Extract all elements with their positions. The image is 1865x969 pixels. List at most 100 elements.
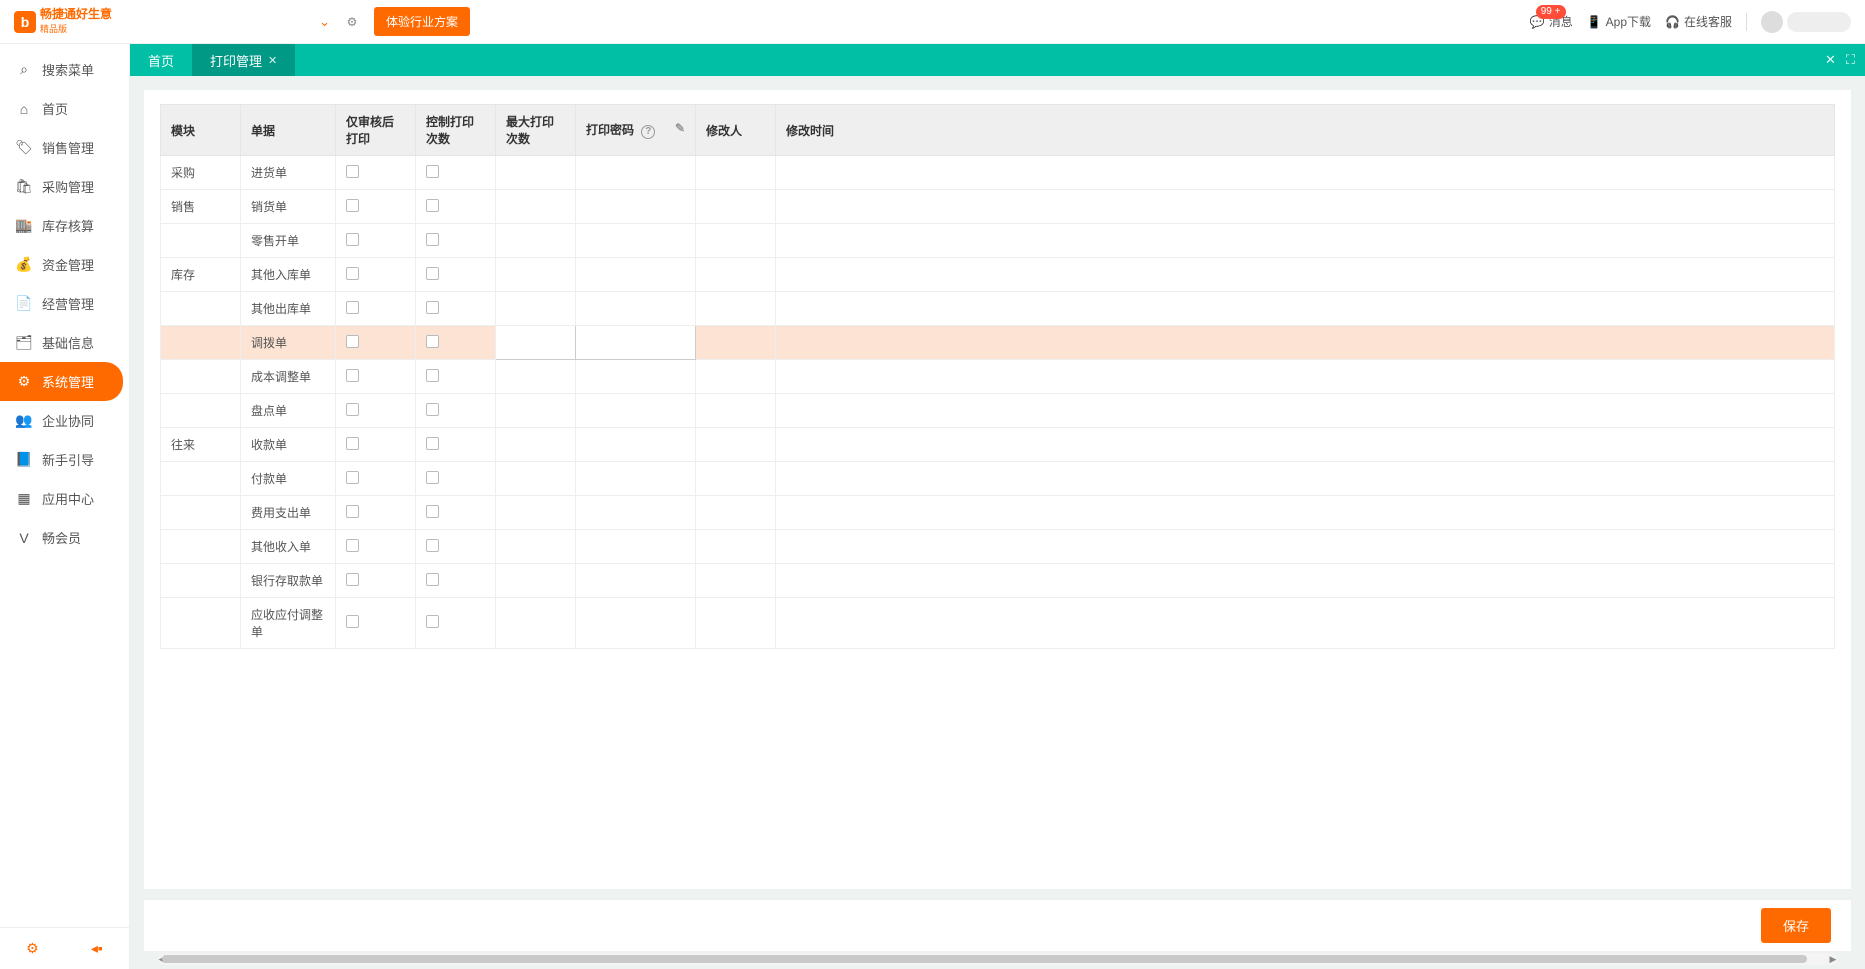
sidebar-item-inventory[interactable]: 🏬库存核算 — [0, 206, 129, 245]
checkbox[interactable] — [426, 199, 439, 212]
sidebar-item-vip[interactable]: V畅会员 — [0, 518, 129, 557]
cell-limit-count[interactable] — [416, 292, 496, 326]
checkbox[interactable] — [346, 267, 359, 280]
user-menu[interactable] — [1761, 11, 1851, 33]
help-icon[interactable]: ? — [641, 125, 655, 139]
cell-password[interactable] — [576, 326, 696, 360]
cell-limit-count[interactable] — [416, 224, 496, 258]
checkbox[interactable] — [426, 335, 439, 348]
cell-after-audit[interactable] — [336, 156, 416, 190]
cell-after-audit[interactable] — [336, 462, 416, 496]
scroll-thumb[interactable] — [162, 955, 1807, 963]
sidebar-item-basic-info[interactable]: 🗂基础信息 — [0, 323, 129, 362]
checkbox[interactable] — [426, 369, 439, 382]
messages-link[interactable]: 💬 99 + 消息 — [1530, 13, 1573, 30]
cell-limit-count[interactable] — [416, 496, 496, 530]
edit-column-icon[interactable]: ✎ — [675, 121, 685, 135]
checkbox[interactable] — [426, 403, 439, 416]
checkbox[interactable] — [426, 573, 439, 586]
cell-after-audit[interactable] — [336, 394, 416, 428]
scroll-right-icon[interactable]: ▶ — [1827, 953, 1839, 965]
sidebar-item-operation[interactable]: 📄经营管理 — [0, 284, 129, 323]
checkbox[interactable] — [426, 165, 439, 178]
cell-after-audit[interactable] — [336, 258, 416, 292]
settings-gear-button[interactable]: ⚙ — [338, 8, 366, 36]
cell-limit-count[interactable] — [416, 156, 496, 190]
checkbox[interactable] — [426, 301, 439, 314]
cell-after-audit[interactable] — [336, 530, 416, 564]
checkbox[interactable] — [346, 615, 359, 628]
logo[interactable]: b 畅捷通好生意 精品版 — [14, 8, 130, 34]
cell-modify-time — [776, 326, 1835, 360]
sidebar-item-search-menu[interactable]: ⌕搜索菜单 — [0, 50, 129, 89]
sidebar-item-finance[interactable]: 💰资金管理 — [0, 245, 129, 284]
save-button[interactable]: 保存 — [1761, 908, 1831, 943]
checkbox[interactable] — [426, 233, 439, 246]
checkbox[interactable] — [346, 165, 359, 178]
checkbox[interactable] — [346, 199, 359, 212]
cell-after-audit[interactable] — [336, 496, 416, 530]
checkbox[interactable] — [426, 539, 439, 552]
checkbox[interactable] — [346, 369, 359, 382]
table-row: 采购进货单 — [161, 156, 1835, 190]
checkbox[interactable] — [426, 615, 439, 628]
sidebar-item-collab[interactable]: 👥企业协同 — [0, 401, 129, 440]
footer-gear-icon[interactable]: ⚙ — [26, 940, 39, 957]
sidebar-item-system[interactable]: ⚙系统管理 — [0, 362, 123, 401]
checkbox[interactable] — [346, 437, 359, 450]
checkbox[interactable] — [346, 471, 359, 484]
checkbox[interactable] — [426, 505, 439, 518]
tab[interactable]: 首页 — [130, 44, 192, 76]
sidebar-item-apps[interactable]: ▦应用中心 — [0, 479, 129, 518]
cell-limit-count[interactable] — [416, 564, 496, 598]
sidebar-item-sales[interactable]: 🏷销售管理 — [0, 128, 129, 167]
cell-password — [576, 292, 696, 326]
checkbox[interactable] — [346, 539, 359, 552]
checkbox[interactable] — [346, 573, 359, 586]
collapse-sidebar-icon[interactable]: ◂▪ — [91, 940, 103, 957]
sidebar-item-guide[interactable]: 📘新手引导 — [0, 440, 129, 479]
sidebar-item-purchase[interactable]: 🛍采购管理 — [0, 167, 129, 206]
customer-service-link[interactable]: 🎧 在线客服 — [1665, 13, 1732, 30]
cell-max-count[interactable] — [496, 326, 576, 360]
checkbox[interactable] — [346, 301, 359, 314]
close-tab-icon[interactable]: ✕ — [268, 54, 277, 67]
cell-after-audit[interactable] — [336, 326, 416, 360]
cell-limit-count[interactable] — [416, 394, 496, 428]
checkbox[interactable] — [346, 505, 359, 518]
cell-after-audit[interactable] — [336, 224, 416, 258]
cell-password — [576, 564, 696, 598]
checkbox[interactable] — [346, 233, 359, 246]
cell-limit-count[interactable] — [416, 360, 496, 394]
cell-limit-count[interactable] — [416, 462, 496, 496]
cell-after-audit[interactable] — [336, 360, 416, 394]
checkbox[interactable] — [426, 437, 439, 450]
horizontal-scrollbar[interactable]: ◀ ▶ — [158, 953, 1837, 965]
th-module: 模块 — [161, 105, 241, 156]
checkbox[interactable] — [346, 335, 359, 348]
cell-limit-count[interactable] — [416, 258, 496, 292]
industry-plan-button[interactable]: 体验行业方案 — [374, 7, 470, 36]
tenant-selector[interactable]: ⌄ — [140, 12, 330, 31]
cell-limit-count[interactable] — [416, 326, 496, 360]
tab[interactable]: 打印管理✕ — [192, 44, 295, 76]
cell-password — [576, 156, 696, 190]
cell-doc: 盘点单 — [241, 394, 336, 428]
cell-after-audit[interactable] — [336, 190, 416, 224]
close-all-tabs-icon[interactable]: ✕ — [1825, 52, 1836, 68]
cell-after-audit[interactable] — [336, 598, 416, 649]
cell-after-audit[interactable] — [336, 428, 416, 462]
checkbox[interactable] — [426, 267, 439, 280]
checkbox[interactable] — [346, 403, 359, 416]
cell-modify-time — [776, 258, 1835, 292]
sidebar-item-home[interactable]: ⌂首页 — [0, 89, 129, 128]
app-download-link[interactable]: 📱 App下载 — [1587, 13, 1651, 30]
cell-limit-count[interactable] — [416, 428, 496, 462]
checkbox[interactable] — [426, 471, 439, 484]
cell-after-audit[interactable] — [336, 564, 416, 598]
cell-after-audit[interactable] — [336, 292, 416, 326]
cell-limit-count[interactable] — [416, 598, 496, 649]
fullscreen-icon[interactable]: ⛶ — [1846, 52, 1855, 68]
cell-limit-count[interactable] — [416, 190, 496, 224]
cell-limit-count[interactable] — [416, 530, 496, 564]
